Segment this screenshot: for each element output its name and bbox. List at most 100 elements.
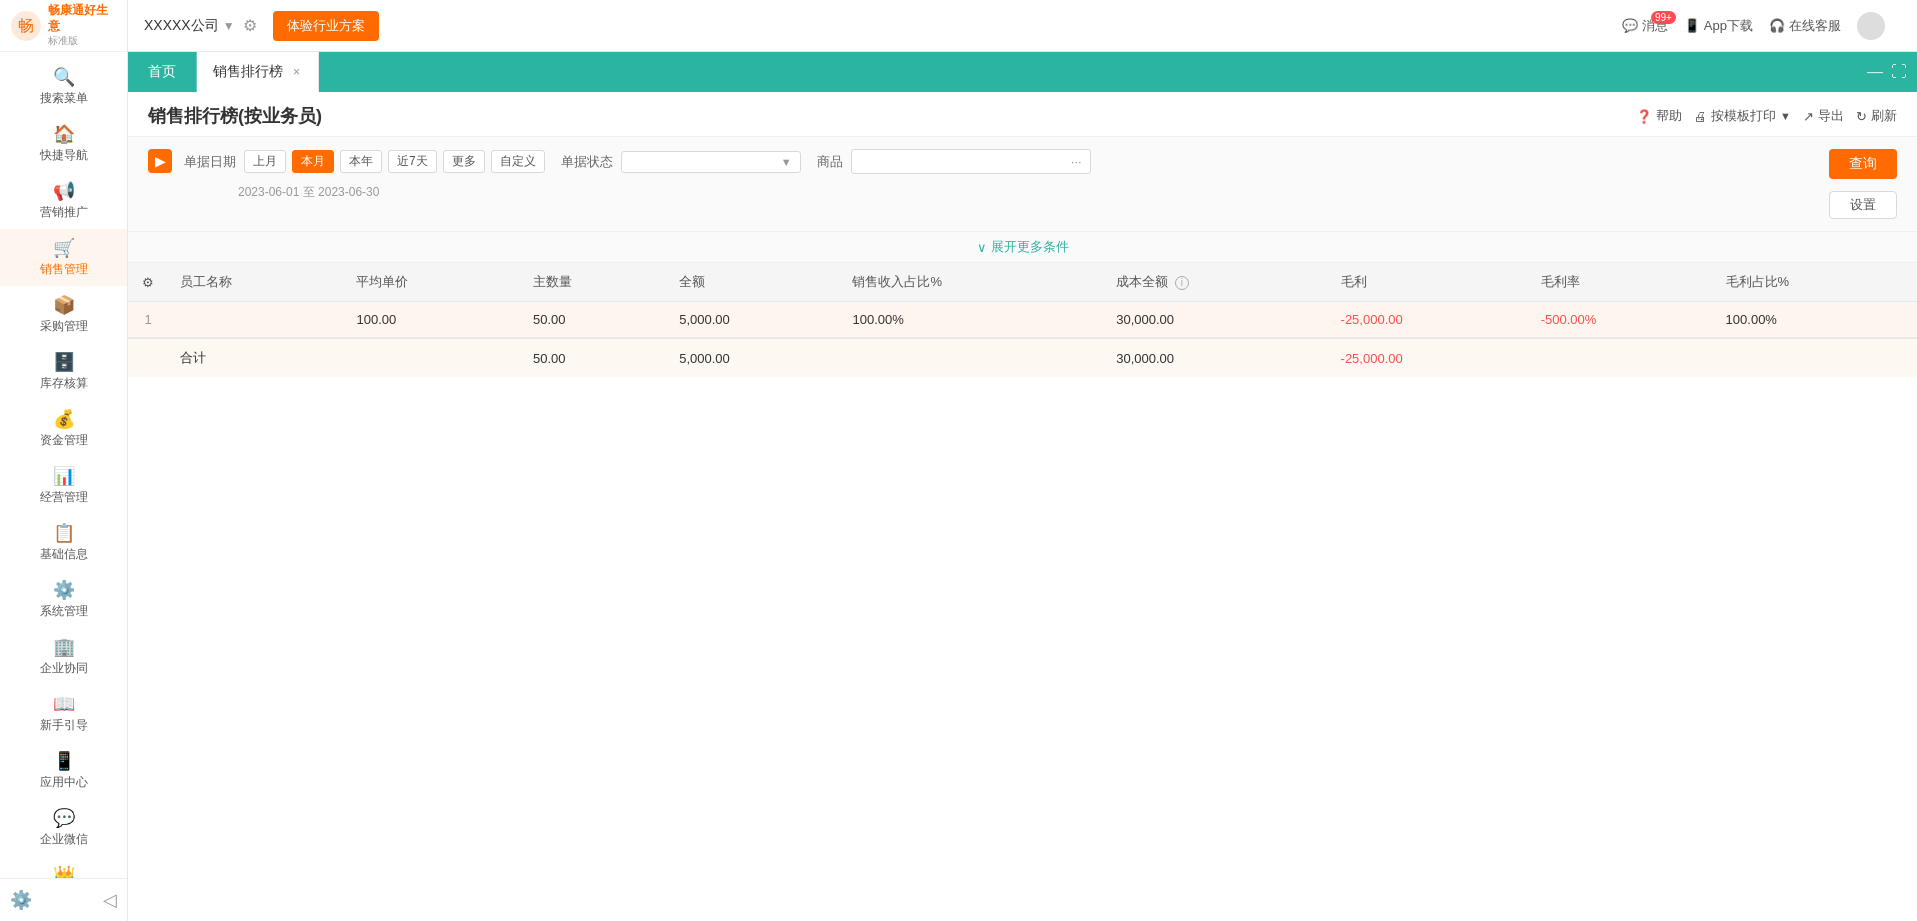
logo-sub: 标准版: [48, 34, 117, 48]
sidebar-item-marketing[interactable]: 📢 营销推广: [0, 172, 127, 229]
date-this-month[interactable]: 本月: [292, 150, 334, 173]
sidebar-item-operations[interactable]: 📊 经营管理: [0, 457, 127, 514]
date-this-year[interactable]: 本年: [340, 150, 382, 173]
avatar[interactable]: [1857, 12, 1885, 40]
headset-icon: 🎧: [1769, 18, 1785, 33]
trial-button[interactable]: 体验行业方案: [273, 11, 379, 41]
tab-home[interactable]: 首页: [128, 52, 197, 92]
company-name: XXXXX公司: [144, 17, 219, 35]
table-footer-row: 合计 50.00 5,000.00 30,000.00 -25,000.00: [128, 338, 1917, 377]
goods-filter: 商品 ···: [817, 149, 1091, 174]
filter-expand-arrow[interactable]: ▶: [148, 149, 172, 173]
date-more[interactable]: 更多: [443, 150, 485, 173]
company-dropdown-icon: ▼: [223, 19, 235, 33]
table-container: ⚙ 员工名称 平均单价 主数量 全额 销售收入占比% 成本全额 i 毛利 毛利率…: [128, 263, 1917, 921]
page-header: 销售排行榜(按业务员) ❓ 帮助 🖨 按模板打印 ▼ ↗ 导出: [128, 92, 1917, 137]
inventory-icon: 🗄️: [53, 351, 75, 373]
date-label: 单据日期: [184, 153, 236, 171]
sidebar: 畅 畅康通好生意 标准版 🔍 搜索菜单 🏠 快捷导航 📢 营销推广 🛒 销售管理…: [0, 0, 128, 921]
goods-select[interactable]: ···: [851, 149, 1091, 174]
page-header-actions: ❓ 帮助 🖨 按模板打印 ▼ ↗ 导出 ↻ 刷新: [1636, 107, 1897, 125]
print-button[interactable]: 🖨 按模板打印 ▼: [1694, 107, 1791, 125]
tab-label: 销售排行榜: [213, 63, 283, 81]
date-last-month[interactable]: 上月: [244, 150, 286, 173]
status-filter: 单据状态 ▼: [561, 151, 801, 173]
sidebar-item-sales[interactable]: 🛒 销售管理: [0, 229, 127, 286]
tabbar: 首页 销售排行榜 × — ⛶: [128, 52, 1917, 92]
refresh-icon: ↻: [1856, 109, 1867, 124]
col-settings[interactable]: ⚙: [128, 263, 168, 302]
date-range-text: 2023-06-01 至 2023-06-30: [238, 185, 379, 199]
purchase-icon: 📦: [53, 294, 75, 316]
sidebar-item-label: 库存核算: [40, 375, 88, 392]
message-icon: 💬: [1622, 18, 1638, 33]
sidebar-item-purchase[interactable]: 📦 采购管理: [0, 286, 127, 343]
phone-icon: 📱: [1684, 18, 1700, 33]
expand-more-button[interactable]: ∨ 展开更多条件: [977, 238, 1069, 256]
sidebar-item-label: 企业微信: [40, 831, 88, 848]
message-button[interactable]: 💬 消息 99+: [1622, 17, 1668, 35]
date-filter: 单据日期 上月 本月 本年 近7天 更多 自定义: [184, 150, 545, 173]
sidebar-item-label: 采购管理: [40, 318, 88, 335]
cell-gross: -25,000.00: [1329, 302, 1529, 339]
col-qty: 主数量: [521, 263, 667, 302]
sidebar-item-search[interactable]: 🔍 搜索菜单: [0, 58, 127, 115]
tab-close-icon[interactable]: ×: [291, 63, 302, 81]
footer-gross-ratio: [1714, 338, 1917, 377]
col-gross-rate: 毛利率: [1529, 263, 1714, 302]
tab-minimize-icon[interactable]: —: [1867, 63, 1883, 81]
query-btn-area: 查询 设置: [1829, 149, 1897, 219]
tab-spacer: [319, 52, 1857, 92]
message-badge: 99+: [1651, 11, 1676, 24]
date-custom[interactable]: 自定义: [491, 150, 545, 173]
query-button[interactable]: 查询: [1829, 149, 1897, 179]
sidebar-item-system[interactable]: ⚙️ 系统管理: [0, 571, 127, 628]
sidebar-settings-icon[interactable]: ⚙️: [10, 889, 32, 911]
cost-info-icon[interactable]: i: [1175, 276, 1189, 290]
sidebar-item-enterprise[interactable]: 🏢 企业协同: [0, 628, 127, 685]
cell-gross-rate: -500.00%: [1529, 302, 1714, 339]
col-name: 员工名称: [168, 263, 344, 302]
svg-text:畅: 畅: [18, 17, 34, 34]
online-service-button[interactable]: 🎧 在线客服: [1769, 17, 1841, 35]
search-icon: 🔍: [53, 66, 75, 88]
sidebar-item-label: 营销推广: [40, 204, 88, 221]
app-download-button[interactable]: 📱 App下载: [1684, 17, 1753, 35]
goods-label: 商品: [817, 153, 843, 171]
refresh-button[interactable]: ↻ 刷新: [1856, 107, 1897, 125]
export-button[interactable]: ↗ 导出: [1803, 107, 1844, 125]
member-icon: 👑: [53, 864, 75, 878]
filter-controls: 单据日期 上月 本月 本年 近7天 更多 自定义: [184, 149, 1817, 201]
table-row: 1 100.00 50.00 5,000.00 100.00% 30,000.0…: [128, 302, 1917, 339]
sidebar-item-member[interactable]: 👑 畅会员: [0, 856, 127, 878]
help-button[interactable]: ❓ 帮助: [1636, 107, 1682, 125]
status-label: 单据状态: [561, 153, 613, 171]
sidebar-collapse-icon[interactable]: ◁: [103, 889, 117, 911]
date-7days[interactable]: 近7天: [388, 150, 437, 173]
col-total: 全额: [667, 263, 840, 302]
footer-qty: 50.00: [521, 338, 667, 377]
sidebar-item-guide[interactable]: 📖 新手引导: [0, 685, 127, 742]
sidebar-item-quick-nav[interactable]: 🏠 快捷导航: [0, 115, 127, 172]
operations-icon: 📊: [53, 465, 75, 487]
date-range-display: 2023-06-01 至 2023-06-30: [238, 182, 1817, 201]
sidebar-item-inventory[interactable]: 🗄️ 库存核算: [0, 343, 127, 400]
status-select[interactable]: ▼: [621, 151, 801, 173]
sidebar-item-apps[interactable]: 📱 应用中心: [0, 742, 127, 799]
cell-sales-ratio: 100.00%: [840, 302, 1104, 339]
app-label: App下载: [1704, 17, 1753, 35]
sidebar-item-basic[interactable]: 📋 基础信息: [0, 514, 127, 571]
basic-icon: 📋: [53, 522, 75, 544]
company-selector[interactable]: XXXXX公司 ▼: [144, 17, 235, 35]
print-icon: 🖨: [1694, 109, 1707, 124]
tab-sales-ranking[interactable]: 销售排行榜 ×: [197, 52, 319, 92]
status-dropdown-icon: ▼: [781, 156, 792, 168]
chevron-down-icon: ∨: [977, 240, 987, 255]
settings-button[interactable]: 设置: [1829, 191, 1897, 219]
tab-expand-icon[interactable]: ⛶: [1891, 63, 1907, 81]
sidebar-item-finance[interactable]: 💰 资金管理: [0, 400, 127, 457]
col-sales-ratio: 销售收入占比%: [840, 263, 1104, 302]
sidebar-item-label: 企业协同: [40, 660, 88, 677]
sidebar-item-wechat[interactable]: 💬 企业微信: [0, 799, 127, 856]
topbar-gear-icon[interactable]: ⚙: [243, 16, 257, 35]
